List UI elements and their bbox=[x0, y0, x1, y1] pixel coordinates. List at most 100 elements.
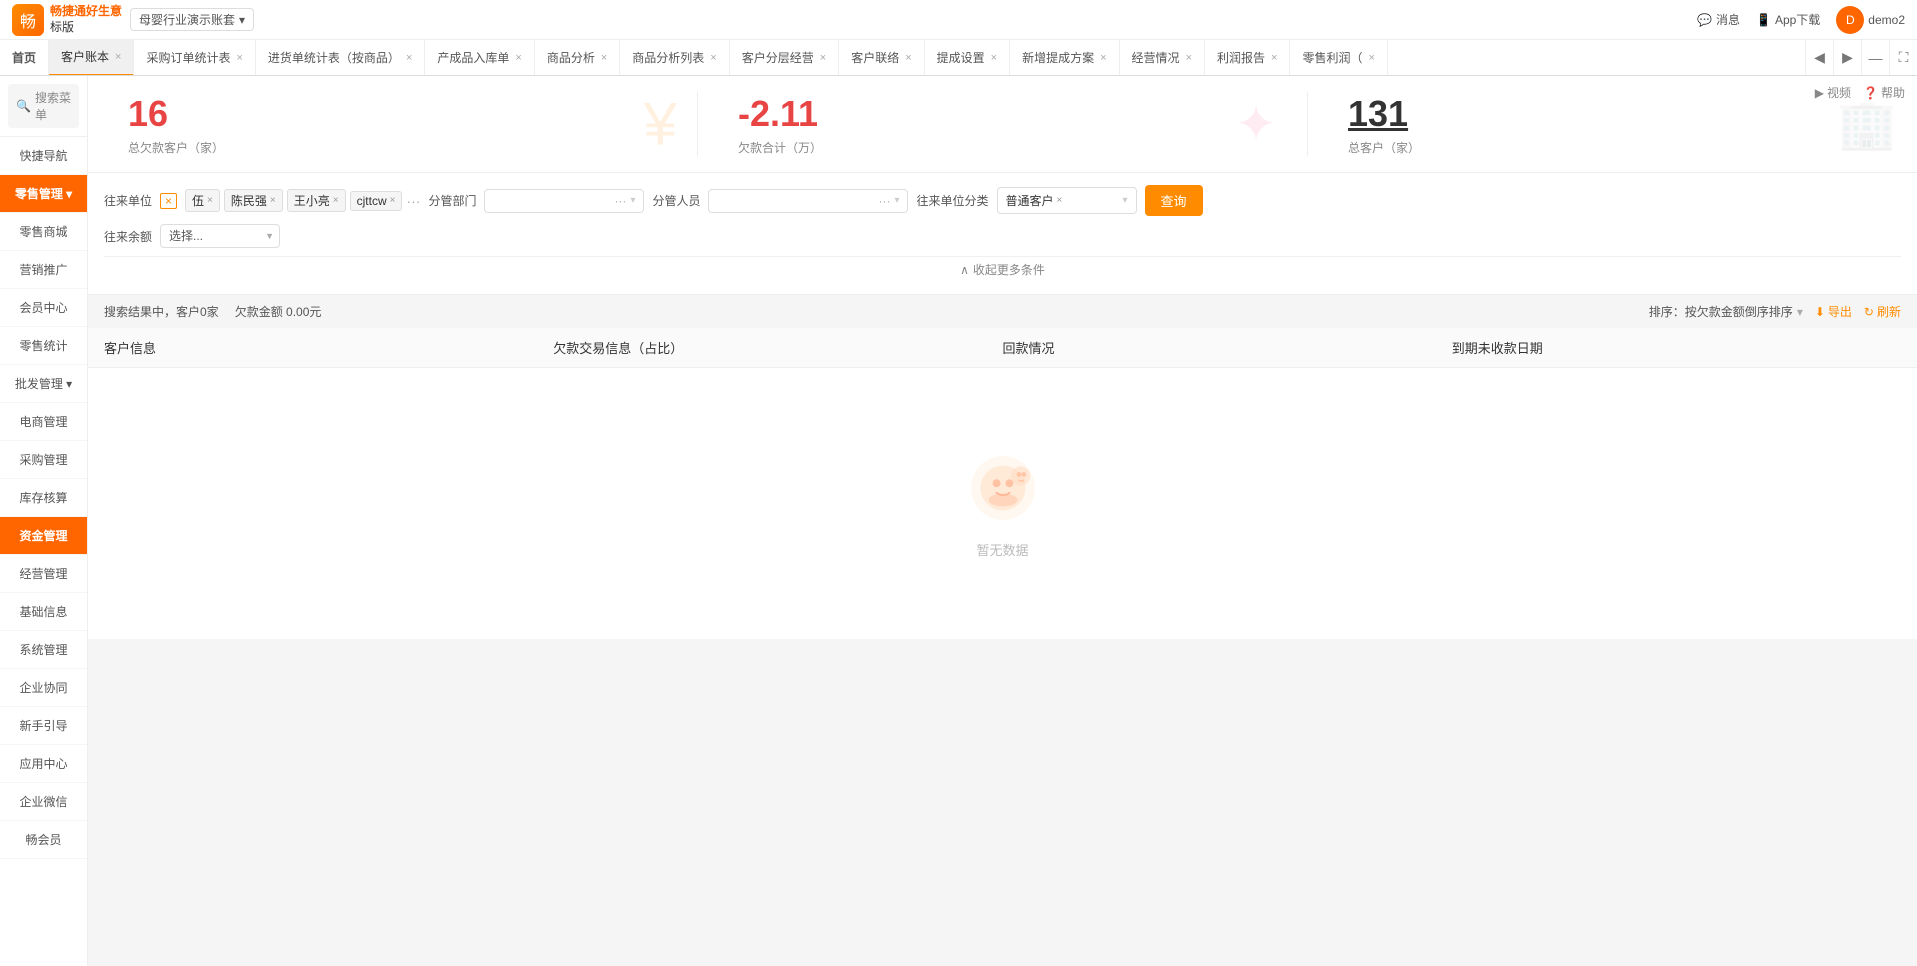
filter-tag-wang[interactable]: 王小亮× bbox=[287, 189, 346, 212]
unit-class-input[interactable]: 普通客户 × ▾ bbox=[997, 187, 1137, 214]
sidebar-item-guide[interactable]: 新手引导 bbox=[0, 707, 87, 745]
sidebar-item-retail[interactable]: 零售管理 ▾ bbox=[0, 175, 87, 213]
tab-customer-tier[interactable]: 客户分层经营 × bbox=[730, 40, 839, 76]
sidebar-item-wholesale[interactable]: 批发管理 ▾ bbox=[0, 365, 87, 403]
tab-product-analysis-list[interactable]: 商品分析列表 × bbox=[620, 40, 729, 76]
sidebar-item-membership[interactable]: 会员中心 bbox=[0, 289, 87, 327]
nav-prev-btn[interactable]: ◀ bbox=[1805, 40, 1833, 76]
sidebar-item-purchase[interactable]: 采购管理 bbox=[0, 441, 87, 479]
close-icon[interactable]: × bbox=[406, 52, 412, 64]
tab-home[interactable]: 首页 bbox=[0, 40, 49, 76]
collapse-btn[interactable]: ∧ 收起更多条件 bbox=[104, 256, 1901, 282]
account-selector[interactable]: 母婴行业演示账套 ▾ bbox=[130, 8, 254, 31]
sidebar-item-inventory[interactable]: 库存核算 bbox=[0, 479, 87, 517]
nav-maximize-btn[interactable]: ⛶ bbox=[1889, 40, 1917, 76]
col-due-date: 到期未收款日期 bbox=[1452, 338, 1901, 357]
filter-tag-wu[interactable]: 伍× bbox=[185, 189, 220, 212]
close-icon[interactable]: × bbox=[1100, 52, 1106, 64]
message-icon: 💬 bbox=[1697, 13, 1712, 27]
remove-icon[interactable]: × bbox=[207, 195, 213, 206]
result-count: 搜索结果中，客户0家 bbox=[104, 303, 219, 320]
close-icon[interactable]: × bbox=[1186, 52, 1192, 64]
tab-retail-profit[interactable]: 零售利润（ × bbox=[1290, 40, 1387, 76]
sidebar-item-marketing[interactable]: 营销推广 bbox=[0, 251, 87, 289]
remove-icon[interactable]: × bbox=[1057, 195, 1063, 206]
close-icon[interactable]: × bbox=[1368, 52, 1374, 64]
sidebar-item-vip[interactable]: 畅会员 bbox=[0, 821, 87, 859]
refresh-btn[interactable]: ↻ 刷新 bbox=[1864, 303, 1901, 320]
sidebar-item-enterprise[interactable]: 企业协同 bbox=[0, 669, 87, 707]
person-input[interactable]: ··· ▾ bbox=[708, 189, 908, 213]
sort-select[interactable]: 排序：按欠款金额倒序排序 ▾ bbox=[1649, 303, 1803, 320]
tab-business-overview[interactable]: 经营情况 × bbox=[1120, 40, 1205, 76]
filter-tag-chen[interactable]: 陈民强× bbox=[224, 189, 283, 212]
tab-label: 零售利润（ bbox=[1302, 49, 1362, 66]
unit-class-label: 往来单位分类 bbox=[916, 192, 988, 209]
sidebar-item-basic-info[interactable]: 基础信息 bbox=[0, 593, 87, 631]
person-dots[interactable]: ··· bbox=[878, 194, 890, 208]
tab-product-analysis[interactable]: 商品分析 × bbox=[535, 40, 620, 76]
tab-profit-report[interactable]: 利润报告 × bbox=[1205, 40, 1290, 76]
search-btn[interactable]: 查询 bbox=[1145, 185, 1203, 216]
empty-text: 暂无数据 bbox=[976, 540, 1028, 559]
export-btn[interactable]: ⬇ 导出 bbox=[1815, 303, 1852, 320]
close-icon[interactable]: × bbox=[601, 52, 607, 64]
sidebar-label: 零售统计 bbox=[19, 339, 67, 353]
user-menu[interactable]: D demo2 bbox=[1836, 6, 1905, 34]
sidebar-item-finance[interactable]: 资金管理 bbox=[0, 517, 87, 555]
balance-select[interactable]: 选择... bbox=[160, 224, 280, 248]
tab-customer-ledger[interactable]: 客户账本 × bbox=[49, 40, 134, 76]
more-tags-btn[interactable]: ··· bbox=[406, 193, 420, 209]
remove-icon[interactable]: × bbox=[270, 195, 276, 206]
tab-product-inbound[interactable]: 产成品入库单 × bbox=[425, 40, 534, 76]
header-left: 畅 畅捷通好生意 标版 母婴行业演示账套 ▾ bbox=[12, 4, 254, 36]
tab-purchase-stats[interactable]: 采购订单统计表 × bbox=[134, 40, 255, 76]
close-icon[interactable]: × bbox=[905, 52, 911, 64]
stat-bg-icon-building: 🏢 bbox=[1837, 96, 1897, 153]
dept-dots[interactable]: ··· bbox=[614, 194, 626, 208]
dept-input[interactable]: ··· ▾ bbox=[484, 189, 644, 213]
filter-tag-cjttcw[interactable]: cjttcw× bbox=[350, 191, 403, 211]
sidebar-item-wechat[interactable]: 企业微信 bbox=[0, 783, 87, 821]
search-btn[interactable]: 🔍 搜索菜单 bbox=[8, 84, 79, 128]
tab-label: 客户分层经营 bbox=[742, 49, 814, 66]
close-icon[interactable]: × bbox=[115, 51, 121, 63]
tab-label: 客户联络 bbox=[851, 49, 899, 66]
tab-label: 提成设置 bbox=[937, 49, 985, 66]
logo-icon: 畅 bbox=[12, 4, 44, 36]
close-icon[interactable]: × bbox=[820, 52, 826, 64]
nav-minimize-btn[interactable]: — bbox=[1861, 40, 1889, 76]
tab-commission-settings[interactable]: 提成设置 × bbox=[925, 40, 1010, 76]
collapse-label: 收起更多条件 bbox=[973, 261, 1045, 278]
stat-bg-icon-star: ✦ bbox=[1235, 95, 1277, 153]
close-icon[interactable]: × bbox=[1271, 52, 1277, 64]
balance-select-wrap: 选择... bbox=[160, 224, 280, 248]
sidebar-label: 会员中心 bbox=[19, 301, 67, 315]
close-icon[interactable]: × bbox=[515, 52, 521, 64]
sidebar-item-ecommerce[interactable]: 电商管理 bbox=[0, 403, 87, 441]
sidebar-search[interactable]: 🔍 搜索菜单 bbox=[0, 76, 87, 137]
col-payment: 回款情况 bbox=[1003, 338, 1452, 357]
sidebar-item-retail-mall[interactable]: 零售商城 bbox=[0, 213, 87, 251]
close-icon[interactable]: × bbox=[710, 52, 716, 64]
unit-tag-clear[interactable]: × bbox=[160, 193, 177, 209]
messages-btn[interactable]: 💬 消息 bbox=[1697, 11, 1740, 28]
sidebar-item-operations[interactable]: 经营管理 bbox=[0, 555, 87, 593]
tab-customer-contact[interactable]: 客户联络 × bbox=[839, 40, 924, 76]
remove-icon[interactable]: × bbox=[333, 195, 339, 206]
filter-bar: 往来单位 × 伍× 陈民强× 王小亮× cjttcw× ··· bbox=[88, 173, 1917, 295]
app-download-btn[interactable]: 📱 App下载 bbox=[1756, 11, 1820, 28]
tab-inventory-stats[interactable]: 进货单统计表（按商品） × bbox=[256, 40, 425, 76]
remove-icon[interactable]: × bbox=[390, 195, 396, 206]
tab-label: 经营情况 bbox=[1132, 49, 1180, 66]
sidebar-item-app-center[interactable]: 应用中心 bbox=[0, 745, 87, 783]
sidebar-label: 电商管理 bbox=[19, 415, 67, 429]
close-icon[interactable]: × bbox=[236, 52, 242, 64]
sidebar-quick-nav[interactable]: 快捷导航 bbox=[0, 137, 87, 175]
messages-label: 消息 bbox=[1716, 11, 1740, 28]
tab-new-commission[interactable]: 新增提成方案 × bbox=[1010, 40, 1119, 76]
sidebar-item-system[interactable]: 系统管理 bbox=[0, 631, 87, 669]
close-icon[interactable]: × bbox=[991, 52, 997, 64]
sidebar-item-retail-stats[interactable]: 零售统计 bbox=[0, 327, 87, 365]
nav-next-btn[interactable]: ▶ bbox=[1833, 40, 1861, 76]
